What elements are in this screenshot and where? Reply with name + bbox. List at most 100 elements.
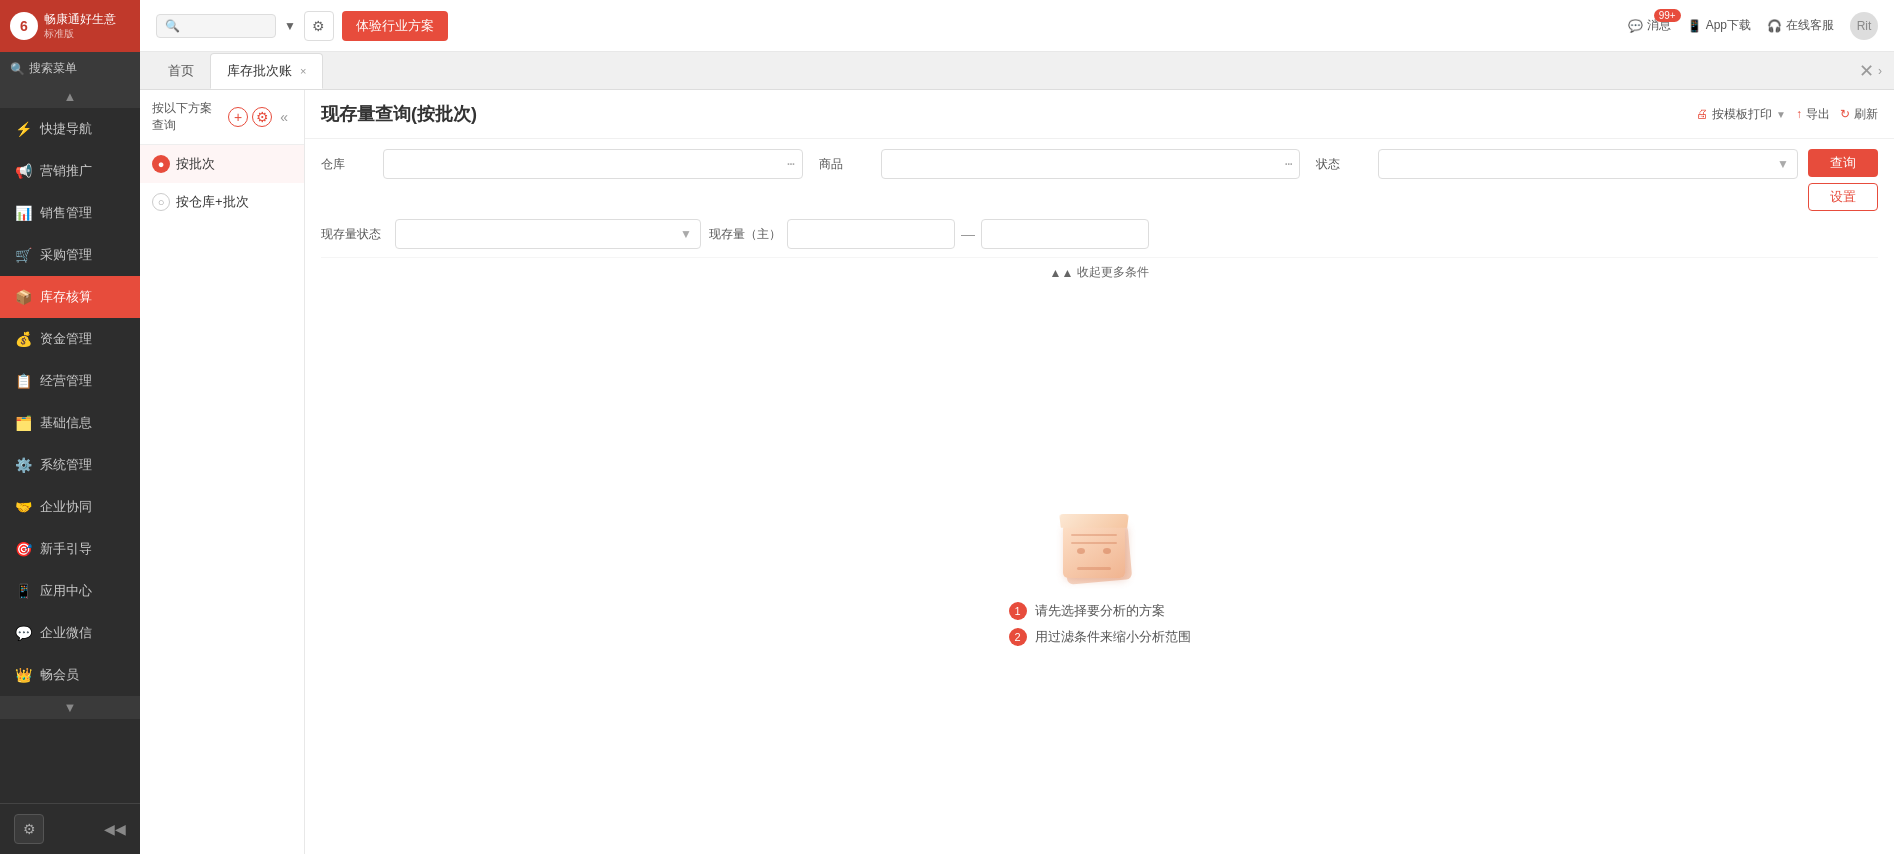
user-avatar-btn[interactable]: Rit — [1850, 12, 1878, 40]
collapse-more-btn[interactable]: ▲▲ 收起更多条件 — [1050, 264, 1150, 281]
sidebar-item-marketing[interactable]: 📢 营销推广 — [0, 150, 140, 192]
product-more-icon[interactable]: ··· — [1284, 155, 1291, 173]
filter-stock-status: 现存量状态 ▼ — [321, 219, 701, 249]
vip-icon: 👑 — [14, 666, 32, 684]
close-panel-btn[interactable]: ✕ — [1859, 60, 1874, 82]
tab-home-label: 首页 — [168, 62, 194, 80]
step-2-num: 2 — [1009, 628, 1027, 646]
page-content: 按以下方案查询 + ⚙ « ● 按批次 ○ 按仓库+批次 现存量查询(按批次) — [140, 90, 1894, 854]
scheme-collapse-btn[interactable]: « — [276, 107, 292, 127]
sidebar: 6 畅康通好生意 标准版 🔍 搜索菜单 ▲ ⚡ 快捷导航 📢 营销推广 📊 销售… — [0, 0, 140, 854]
basic-icon: 🗂️ — [14, 414, 32, 432]
collab-icon: 🤝 — [14, 498, 32, 516]
filter-warehouse: 仓库 ··· — [321, 149, 803, 179]
app-download-label: App下载 — [1706, 17, 1751, 34]
page-title: 现存量查询(按批次) — [321, 102, 477, 126]
empty-icon — [1050, 502, 1150, 582]
sidebar-item-wechat[interactable]: 💬 企业微信 — [0, 612, 140, 654]
empty-step-2: 2 用过滤条件来缩小分析范围 — [1009, 628, 1191, 646]
sidebar-item-label: 销售管理 — [40, 204, 92, 222]
sidebar-item-quick-nav[interactable]: ⚡ 快捷导航 — [0, 108, 140, 150]
refresh-btn[interactable]: ↻ 刷新 — [1840, 106, 1878, 123]
page-title-bar: 现存量查询(按批次) 🖨 按模板打印 ▼ ↑ 导出 ↻ 刷新 — [305, 90, 1894, 139]
right-content: 现存量查询(按批次) 🖨 按模板打印 ▼ ↑ 导出 ↻ 刷新 — [305, 90, 1894, 854]
dropdown-btn[interactable]: ▼ — [284, 19, 296, 33]
operations-icon: 📋 — [14, 372, 32, 390]
scheme-add-btn[interactable]: + — [228, 107, 248, 127]
export-icon: ↑ — [1796, 107, 1802, 121]
search-icon: 🔍 — [10, 62, 25, 76]
sidebar-item-finance[interactable]: 💰 资金管理 — [0, 318, 140, 360]
sidebar-item-collab[interactable]: 🤝 企业协同 — [0, 486, 140, 528]
tab-home[interactable]: 首页 — [152, 54, 210, 88]
status-dropdown-icon[interactable]: ▼ — [1777, 157, 1789, 171]
filter-stock-status-label: 现存量状态 — [321, 226, 389, 243]
warehouse-more-icon[interactable]: ··· — [786, 155, 793, 173]
filter-product-input[interactable]: ··· — [881, 149, 1301, 179]
trial-btn[interactable]: 体验行业方案 — [342, 11, 448, 41]
filter-product: 商品 ··· — [819, 149, 1301, 179]
online-service-btn[interactable]: 🎧 在线客服 — [1767, 17, 1834, 34]
filter-stock-status-input[interactable]: ▼ — [395, 219, 701, 249]
scroll-up-btn[interactable]: ▲ — [0, 85, 140, 108]
refresh-icon: ↻ — [1840, 107, 1850, 121]
sidebar-item-sales[interactable]: 📊 销售管理 — [0, 192, 140, 234]
export-btn[interactable]: ↑ 导出 — [1796, 106, 1830, 123]
sales-icon: 📊 — [14, 204, 32, 222]
filter-warehouse-input[interactable]: ··· — [383, 149, 803, 179]
scheme-item-label: 按批次 — [176, 155, 215, 173]
sidebar-item-appstore[interactable]: 📱 应用中心 — [0, 570, 140, 612]
scheme-item-batch[interactable]: ● 按批次 — [140, 145, 304, 183]
guide-icon: 🎯 — [14, 540, 32, 558]
topbar-search-input[interactable] — [184, 19, 244, 33]
topbar-gear-btn[interactable]: ⚙ — [304, 11, 334, 41]
sidebar-item-label: 资金管理 — [40, 330, 92, 348]
tab-inventory-batch-label: 库存批次账 — [227, 62, 292, 80]
messages-btn[interactable]: 💬 消息 99+ — [1628, 17, 1671, 34]
topbar: 🔍 ▼ ⚙ 体验行业方案 💬 消息 99+ 📱 App下载 🎧 在线客服 Rit — [140, 0, 1894, 52]
collapse-more-label: 收起更多条件 — [1077, 264, 1149, 281]
printer-icon: 🖨 — [1696, 107, 1708, 121]
scheme-panel-header: 按以下方案查询 + ⚙ « — [140, 90, 304, 145]
main-area: 🔍 ▼ ⚙ 体验行业方案 💬 消息 99+ 📱 App下载 🎧 在线客服 Rit — [140, 0, 1894, 854]
quick-nav-icon: ⚡ — [14, 120, 32, 138]
app-download-btn[interactable]: 📱 App下载 — [1687, 17, 1751, 34]
sidebar-item-vip[interactable]: 👑 畅会员 — [0, 654, 140, 696]
scheme-dot-gray: ○ — [152, 193, 170, 211]
empty-steps: 1 请先选择要分析的方案 2 用过滤条件来缩小分析范围 — [1009, 602, 1191, 646]
scheme-item-warehouse-batch[interactable]: ○ 按仓库+批次 — [140, 183, 304, 221]
sidebar-settings-btn[interactable]: ⚙ — [14, 814, 44, 844]
online-service-label: 在线客服 — [1786, 17, 1834, 34]
close-tab-btn[interactable]: × — [300, 65, 306, 77]
filter-status-label: 状态 — [1316, 156, 1372, 173]
sidebar-item-label: 企业协同 — [40, 498, 92, 516]
sidebar-item-basic[interactable]: 🗂️ 基础信息 — [0, 402, 140, 444]
sidebar-item-label: 营销推广 — [40, 162, 92, 180]
query-btn[interactable]: 查询 — [1808, 149, 1878, 177]
messages-badge: 99+ — [1654, 9, 1681, 22]
sidebar-item-purchase[interactable]: 🛒 采购管理 — [0, 234, 140, 276]
topbar-search-box[interactable]: 🔍 — [156, 14, 276, 38]
sidebar-item-system[interactable]: ⚙️ 系统管理 — [0, 444, 140, 486]
messages-icon: 💬 — [1628, 19, 1643, 33]
stock-status-dropdown-icon[interactable]: ▼ — [680, 227, 692, 241]
filter-status-input[interactable]: ▼ — [1378, 149, 1798, 179]
sidebar-item-inventory[interactable]: 📦 库存核算 — [0, 276, 140, 318]
tab-inventory-batch[interactable]: 库存批次账 × — [210, 53, 323, 89]
step-1-num: 1 — [1009, 602, 1027, 620]
sidebar-item-label: 企业微信 — [40, 624, 92, 642]
filter-stock-qty-label: 现存量（主） — [709, 226, 781, 243]
sidebar-search[interactable]: 🔍 搜索菜单 — [0, 52, 140, 85]
filter-stock-qty-max[interactable] — [981, 219, 1149, 249]
sidebar-item-label: 快捷导航 — [40, 120, 92, 138]
refresh-label: 刷新 — [1854, 106, 1878, 123]
scheme-settings-btn[interactable]: ⚙ — [252, 107, 272, 127]
print-btn[interactable]: 🖨 按模板打印 ▼ — [1696, 106, 1786, 123]
scroll-down-btn[interactable]: ▼ — [0, 696, 140, 719]
sidebar-item-guide[interactable]: 🎯 新手引导 — [0, 528, 140, 570]
settings-btn[interactable]: 设置 — [1808, 183, 1878, 211]
filter-stock-qty-min[interactable] — [787, 219, 955, 249]
sidebar-item-operations[interactable]: 📋 经营管理 — [0, 360, 140, 402]
print-dropdown-icon[interactable]: ▼ — [1776, 109, 1786, 120]
sidebar-collapse-btn[interactable]: ◀◀ — [104, 821, 126, 837]
